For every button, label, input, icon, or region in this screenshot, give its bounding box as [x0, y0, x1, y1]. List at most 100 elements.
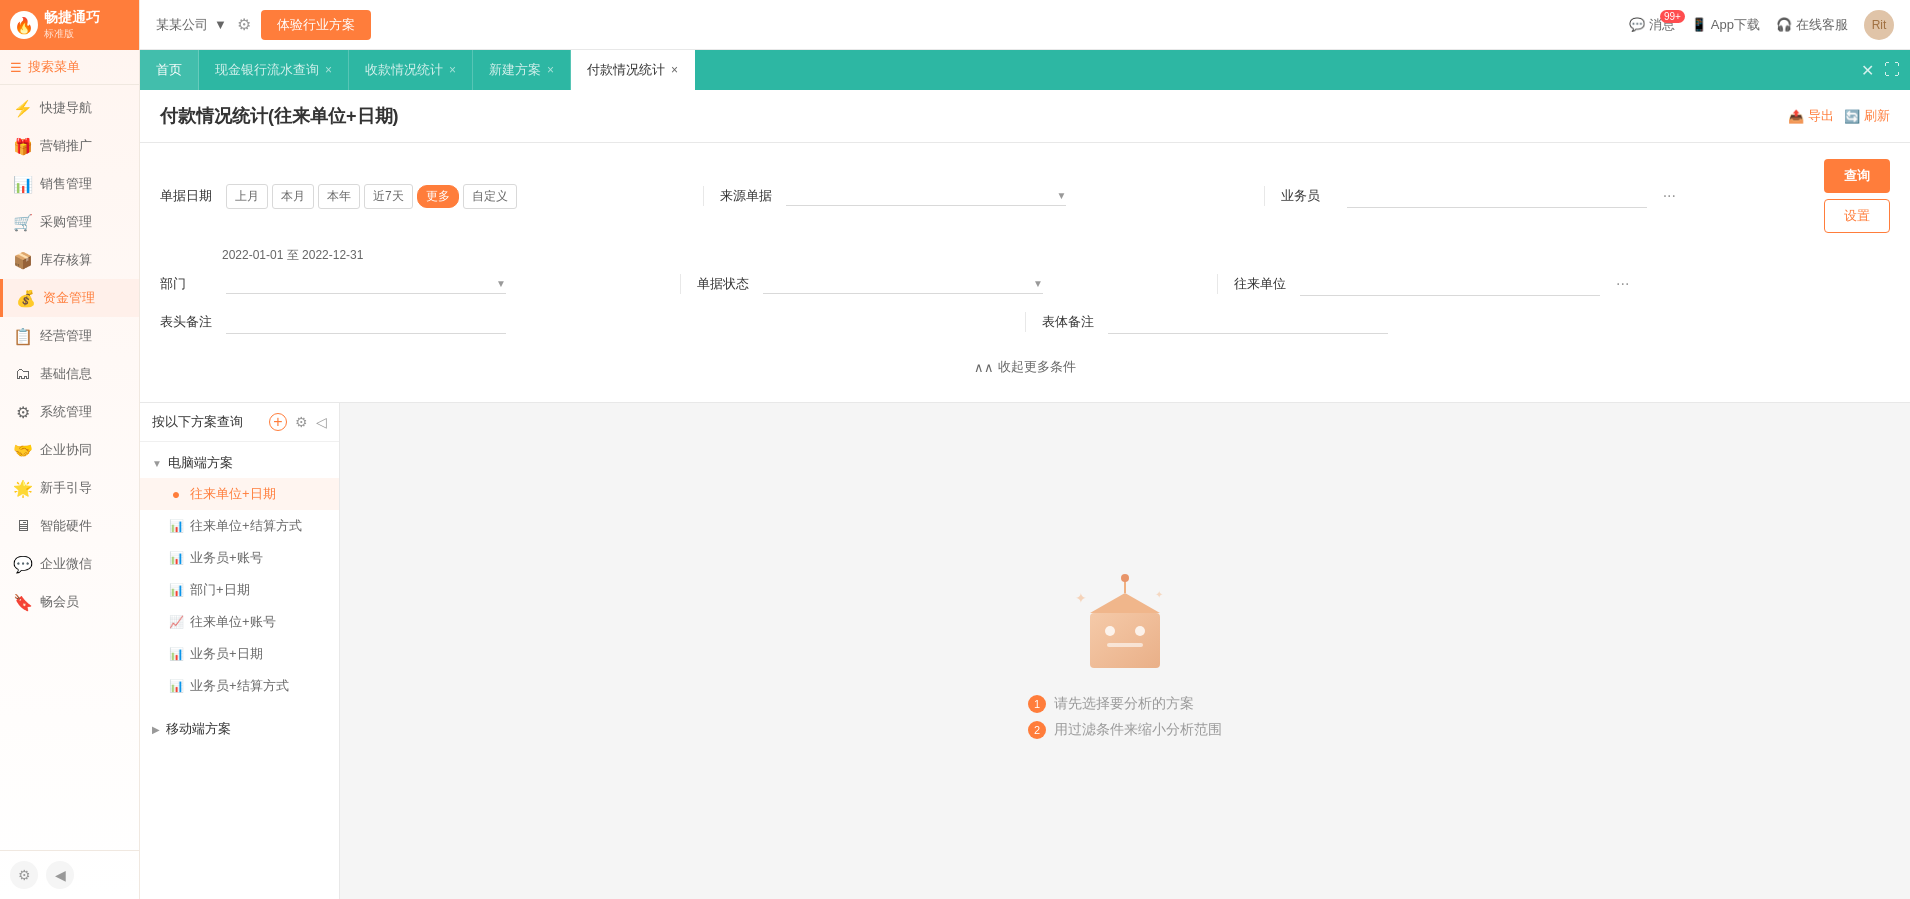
search-menu[interactable]: ☰ 搜索菜单: [0, 50, 139, 85]
export-label: 导出: [1808, 107, 1834, 125]
sidebar-item-hardware[interactable]: 🖥 智能硬件: [0, 507, 139, 545]
date-last-month-btn[interactable]: 上月: [226, 184, 268, 209]
sidebar-item-label: 畅会员: [40, 593, 79, 611]
counterpart-input[interactable]: [1300, 272, 1600, 296]
settings-btn[interactable]: 设置: [1824, 199, 1890, 233]
date-range-display: 2022-01-01 至 2022-12-31: [160, 247, 1890, 272]
refresh-btn[interactable]: 🔄 刷新: [1844, 107, 1890, 125]
date-options: 上月 本月 本年 近7天 更多 自定义: [226, 184, 517, 209]
pc-schema-group-header[interactable]: ▼ 电脑端方案: [140, 448, 339, 478]
schema-item-counterpart-date[interactable]: ● 往来单位+日期: [140, 478, 339, 510]
tab-home[interactable]: 首页: [140, 50, 199, 90]
query-btn[interactable]: 查询: [1824, 159, 1890, 193]
add-schema-btn[interactable]: +: [269, 413, 287, 431]
svg-rect-4: [1107, 643, 1143, 647]
footer-collapse-icon: ◀: [55, 867, 66, 883]
tab-new-plan[interactable]: 新建方案 ×: [473, 50, 571, 90]
sidebar-item-basic[interactable]: 🗂 基础信息: [0, 355, 139, 393]
tab-receipt-close[interactable]: ×: [449, 63, 456, 77]
date-custom-btn[interactable]: 自定义: [463, 184, 517, 209]
table-header-note-label: 表头备注: [160, 313, 216, 331]
sidebar-item-operation[interactable]: 📋 经营管理: [0, 317, 139, 355]
source-select[interactable]: ▼: [786, 186, 1066, 206]
counterpart-more-icon[interactable]: ···: [1616, 275, 1629, 293]
sidebar-item-wechat[interactable]: 💬 企业微信: [0, 545, 139, 583]
schema-item-counterpart-settle[interactable]: 📊 往来单位+结算方式: [140, 510, 339, 542]
sidebar-item-purchase[interactable]: 🛒 采购管理: [0, 203, 139, 241]
dept-select[interactable]: ▼: [226, 274, 506, 294]
salesman-more-icon[interactable]: ···: [1663, 187, 1676, 205]
sidebar-item-enterprise[interactable]: 🤝 企业协同: [0, 431, 139, 469]
avatar[interactable]: Rit: [1864, 10, 1894, 40]
hint-text-2: 用过滤条件来缩小分析范围: [1054, 721, 1222, 739]
sidebar-item-inventory[interactable]: 📦 库存核算: [0, 241, 139, 279]
docstatus-label: 单据状态: [697, 275, 753, 293]
app-download-btn[interactable]: 📱 App下载: [1691, 16, 1760, 34]
svg-point-6: [1121, 574, 1129, 582]
table-body-note-input[interactable]: [1108, 310, 1388, 334]
sidebar-item-system[interactable]: ⚙ 系统管理: [0, 393, 139, 431]
tab-maximize-icon[interactable]: ⛶: [1884, 61, 1900, 79]
sidebar-item-quick-nav[interactable]: ⚡ 快捷导航: [0, 89, 139, 127]
service-icon: 🎧: [1776, 17, 1792, 32]
empty-illustration: ✦ ✦: [1065, 563, 1185, 683]
trial-btn[interactable]: 体验行业方案: [261, 10, 371, 40]
schema-item-label: 业务员+账号: [190, 549, 263, 567]
tab-bank[interactable]: 现金银行流水查询 ×: [199, 50, 349, 90]
docstatus-select[interactable]: ▼: [763, 274, 1043, 294]
schema-item-dept-date[interactable]: 📊 部门+日期: [140, 574, 339, 606]
mobile-schema-group-header[interactable]: ▶ 移动端方案: [140, 714, 339, 744]
salesman-input[interactable]: [1347, 184, 1647, 208]
tab-bank-close[interactable]: ×: [325, 63, 332, 77]
footer-settings-btn[interactable]: ⚙: [10, 861, 38, 889]
empty-hint-2: 2 用过滤条件来缩小分析范围: [1028, 721, 1222, 739]
sidebar-item-fund[interactable]: 💰 资金管理: [0, 279, 139, 317]
date-7days-btn[interactable]: 近7天: [364, 184, 413, 209]
header-right: 💬 消息 99+ 📱 App下载 🎧 在线客服 Rit: [1629, 10, 1894, 40]
sidebar-item-member[interactable]: 🔖 畅会员: [0, 583, 139, 621]
dept-arrow: ▼: [496, 278, 506, 289]
content-area: 付款情况统计(往来单位+日期) 📤 导出 🔄 刷新 单据日期 上月: [140, 90, 1910, 899]
company-selector[interactable]: 某某公司 ▼: [156, 16, 227, 34]
export-btn[interactable]: 📤 导出: [1788, 107, 1834, 125]
tab-receipt[interactable]: 收款情况统计 ×: [349, 50, 473, 90]
schema-settings-icon[interactable]: ⚙: [295, 414, 308, 430]
collapse-btn[interactable]: ∧∧ 收起更多条件: [974, 358, 1076, 376]
schema-item-salesman-settle[interactable]: 📊 业务员+结算方式: [140, 670, 339, 702]
svg-point-3: [1135, 626, 1145, 636]
svg-text:✦: ✦: [1075, 590, 1087, 606]
sidebar-item-guide[interactable]: 🌟 新手引导: [0, 469, 139, 507]
tab-home-label: 首页: [156, 61, 182, 79]
tab-payment[interactable]: 付款情况统计 ×: [571, 50, 695, 90]
schema-item-salesman-date[interactable]: 📊 业务员+日期: [140, 638, 339, 670]
purchase-icon: 🛒: [14, 213, 32, 231]
schema-item-icon: 📊: [168, 678, 184, 694]
sidebar-item-label: 系统管理: [40, 403, 92, 421]
tab-new-plan-close[interactable]: ×: [547, 63, 554, 77]
date-this-year-btn[interactable]: 本年: [318, 184, 360, 209]
empty-hints: 1 请先选择要分析的方案 2 用过滤条件来缩小分析范围: [1028, 695, 1222, 739]
footer-collapse-btn[interactable]: ◀: [46, 861, 74, 889]
docstatus-filter-col: 单据状态 ▼: [697, 274, 1201, 294]
schema-item-salesman-account[interactable]: 📊 业务员+账号: [140, 542, 339, 574]
schema-item-counterpart-account[interactable]: 📈 往来单位+账号: [140, 606, 339, 638]
online-service-btn[interactable]: 🎧 在线客服: [1776, 16, 1848, 34]
salesman-label: 业务员: [1281, 187, 1337, 205]
date-this-month-btn[interactable]: 本月: [272, 184, 314, 209]
panel-collapse-icon[interactable]: ◁: [316, 414, 327, 430]
schema-item-label: 业务员+结算方式: [190, 677, 289, 695]
table-body-note-label: 表体备注: [1042, 313, 1098, 331]
wechat-icon: 💬: [14, 555, 32, 573]
hardware-icon: 🖥: [14, 517, 32, 535]
message-btn[interactable]: 💬 消息 99+: [1629, 16, 1675, 34]
sidebar-item-marketing[interactable]: 🎁 营销推广: [0, 127, 139, 165]
sidebar-item-sales[interactable]: 📊 销售管理: [0, 165, 139, 203]
table-header-note-input[interactable]: [226, 310, 506, 334]
system-icon: ⚙: [14, 403, 32, 421]
header-settings-icon[interactable]: ⚙: [237, 15, 251, 34]
date-more-btn[interactable]: 更多: [417, 185, 459, 208]
tab-close-all-icon[interactable]: ✕: [1861, 61, 1874, 80]
refresh-label: 刷新: [1864, 107, 1890, 125]
schema-item-label: 业务员+日期: [190, 645, 263, 663]
tab-payment-close[interactable]: ×: [671, 63, 678, 77]
